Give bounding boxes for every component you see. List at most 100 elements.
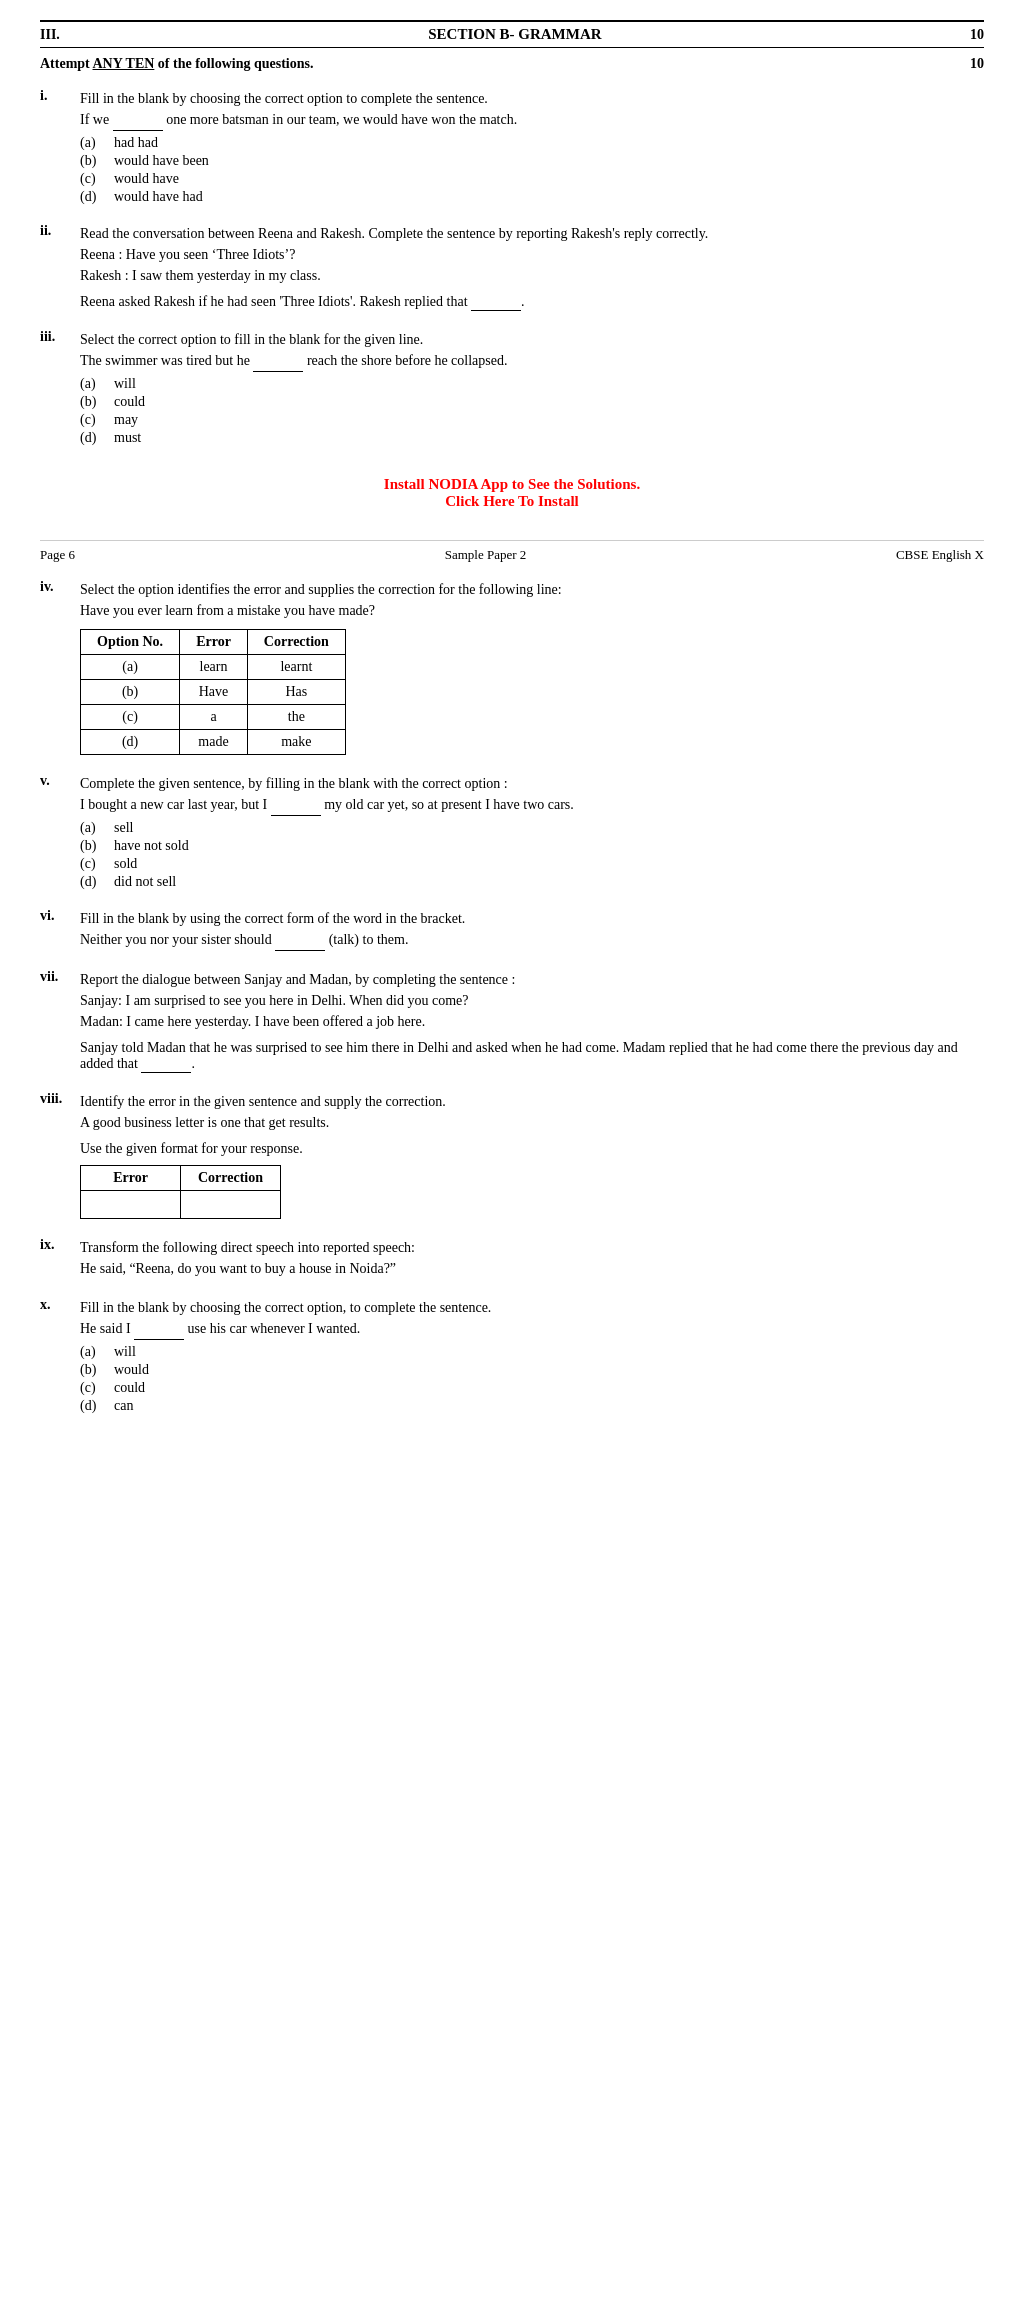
option-iii-c: (c) may	[80, 412, 984, 428]
option-x-a: (a) will	[80, 1344, 984, 1360]
q-x-options: (a) will (b) would (c) could (d) can	[80, 1344, 984, 1414]
q-v-text: Complete the given sentence, by filling …	[80, 773, 574, 816]
option-iii-d: (d) must	[80, 430, 984, 446]
opt-label-iii-c: (c)	[80, 412, 108, 428]
q-i-text: Fill in the blank by choosing the correc…	[80, 88, 517, 131]
table-cell	[81, 1191, 181, 1219]
option-x-b: (b) would	[80, 1362, 984, 1378]
q-ii-text1: Read the conversation between Reena and …	[80, 226, 708, 241]
blank-i	[113, 109, 163, 131]
opt-text-i-b: would have been	[114, 153, 209, 169]
q-i-text1: Fill in the blank by choosing the correc…	[80, 91, 488, 106]
opt-text-iii-d: must	[114, 430, 141, 446]
opt-label-x-d: (d)	[80, 1398, 108, 1414]
option-i-b: (b) would have been	[80, 153, 984, 169]
q-vii-text3: Madan: I came here yesterday. I have bee…	[80, 1014, 425, 1029]
option-i-a: (a) had had	[80, 135, 984, 151]
question-i-row: i. Fill in the blank by choosing the cor…	[40, 88, 984, 131]
option-iii-b: (b) could	[80, 394, 984, 410]
q-viii-table: Error Correction	[80, 1165, 281, 1219]
q-vi-text2: Neither you nor your sister should (talk…	[80, 932, 408, 947]
blank-x	[134, 1318, 184, 1340]
q-x-text1: Fill in the blank by choosing the correc…	[80, 1300, 491, 1315]
q-ii-text3: Rakesh : I saw them yesterday in my clas…	[80, 268, 321, 283]
opt-text-x-b: would	[114, 1362, 149, 1378]
q-i-options: (a) had had (b) would have been (c) woul…	[80, 135, 984, 205]
section-number: III.	[40, 27, 60, 43]
q-ix-text: Transform the following direct speech in…	[80, 1237, 415, 1279]
q-num-v: v.	[40, 773, 70, 816]
option-x-c: (c) could	[80, 1380, 984, 1396]
q-iii-text: Select the correct option to fill in the…	[80, 329, 507, 372]
q-iv-table: Option No. Error Correction (a) learn le…	[80, 629, 346, 755]
table-cell: the	[247, 705, 345, 730]
table-cell: made	[180, 730, 248, 755]
table-header-correction-viii: Correction	[181, 1166, 281, 1191]
opt-text-x-d: can	[114, 1398, 133, 1414]
footer-center: Sample Paper 2	[445, 547, 527, 563]
footer-right: CBSE English X	[896, 547, 984, 563]
opt-label-v-d: (d)	[80, 874, 108, 890]
opt-text-v-c: sold	[114, 856, 137, 872]
opt-text-v-d: did not sell	[114, 874, 176, 890]
instruction-row: Attempt ANY TEN of the following questio…	[40, 56, 984, 72]
question-vi: vi. Fill in the blank by using the corre…	[40, 908, 984, 951]
table-cell: (b)	[81, 680, 180, 705]
q-viii-format: Use the given format for your response.	[80, 1141, 984, 1157]
opt-text-iii-c: may	[114, 412, 138, 428]
question-x-row: x. Fill in the blank by choosing the cor…	[40, 1297, 984, 1340]
q-viii-text: Identify the error in the given sentence…	[80, 1091, 446, 1133]
table-row	[81, 1191, 281, 1219]
opt-label-iii-b: (b)	[80, 394, 108, 410]
instruction-score: 10	[970, 56, 984, 72]
instruction-text: Attempt ANY TEN of the following questio…	[40, 56, 313, 72]
section-header: III. SECTION B- GRAMMAR 10	[40, 20, 984, 48]
question-viii-row: viii. Identify the error in the given se…	[40, 1091, 984, 1133]
blank-iii	[253, 350, 303, 372]
table-row: (b) Have Has	[81, 680, 346, 705]
q-ii-text4: Reena asked Rakesh if he had seen 'Three…	[80, 294, 525, 309]
q-ix-text2: He said, “Reena, do you want to buy a ho…	[80, 1261, 396, 1276]
blank-ii	[471, 294, 521, 311]
option-v-c: (c) sold	[80, 856, 984, 872]
q-viii-text1: Identify the error in the given sentence…	[80, 1094, 446, 1109]
footer-left: Page 6	[40, 547, 75, 563]
q-i-text2: If we one more batsman in our team, we w…	[80, 112, 517, 127]
option-i-c: (c) would have	[80, 171, 984, 187]
q-ii-text: Read the conversation between Reena and …	[80, 223, 708, 286]
opt-text-v-a: sell	[114, 820, 133, 836]
q-x-text2: He said I use his car whenever I wanted.	[80, 1321, 360, 1336]
q-vii-text: Report the dialogue between Sanjay and M…	[80, 969, 515, 1032]
q-iii-options: (a) will (b) could (c) may (d) must	[80, 376, 984, 446]
opt-label-x-b: (b)	[80, 1362, 108, 1378]
q-v-options: (a) sell (b) have not sold (c) sold (d) …	[80, 820, 984, 890]
question-ix: ix. Transform the following direct speec…	[40, 1237, 984, 1279]
page-section: III. SECTION B- GRAMMAR 10 Attempt ANY T…	[40, 20, 984, 1414]
opt-label-x-c: (c)	[80, 1380, 108, 1396]
table-header-correction: Correction	[247, 630, 345, 655]
blank-vii	[141, 1056, 191, 1073]
q-ix-text1: Transform the following direct speech in…	[80, 1240, 415, 1255]
opt-text-i-d: would have had	[114, 189, 203, 205]
q-v-text2: I bought a new car last year, but I my o…	[80, 797, 574, 812]
table-row: (d) made make	[81, 730, 346, 755]
opt-label-v-b: (b)	[80, 838, 108, 854]
q-num-i: i.	[40, 88, 70, 131]
table-cell: make	[247, 730, 345, 755]
install-box[interactable]: Install NODIA App to See the Solutions. …	[40, 476, 984, 510]
blank-vi	[275, 929, 325, 951]
question-i: i. Fill in the blank by choosing the cor…	[40, 88, 984, 205]
opt-text-x-a: will	[114, 1344, 136, 1360]
q-vii-text2: Sanjay: I am surprised to see you here i…	[80, 993, 469, 1008]
q-vi-text1: Fill in the blank by using the correct f…	[80, 911, 465, 926]
opt-text-v-b: have not sold	[114, 838, 189, 854]
opt-label-iii-d: (d)	[80, 430, 108, 446]
q-num-vii: vii.	[40, 969, 70, 1032]
table-header-optno: Option No.	[81, 630, 180, 655]
q-vi-text: Fill in the blank by using the correct f…	[80, 908, 465, 951]
q-iii-text2: The swimmer was tired but he reach the s…	[80, 353, 507, 368]
table-row: (a) learn learnt	[81, 655, 346, 680]
q-vii-subtext: Sanjay told Madan that he was surprised …	[80, 1040, 984, 1073]
question-vii-row: vii. Report the dialogue between Sanjay …	[40, 969, 984, 1032]
table-cell: (d)	[81, 730, 180, 755]
